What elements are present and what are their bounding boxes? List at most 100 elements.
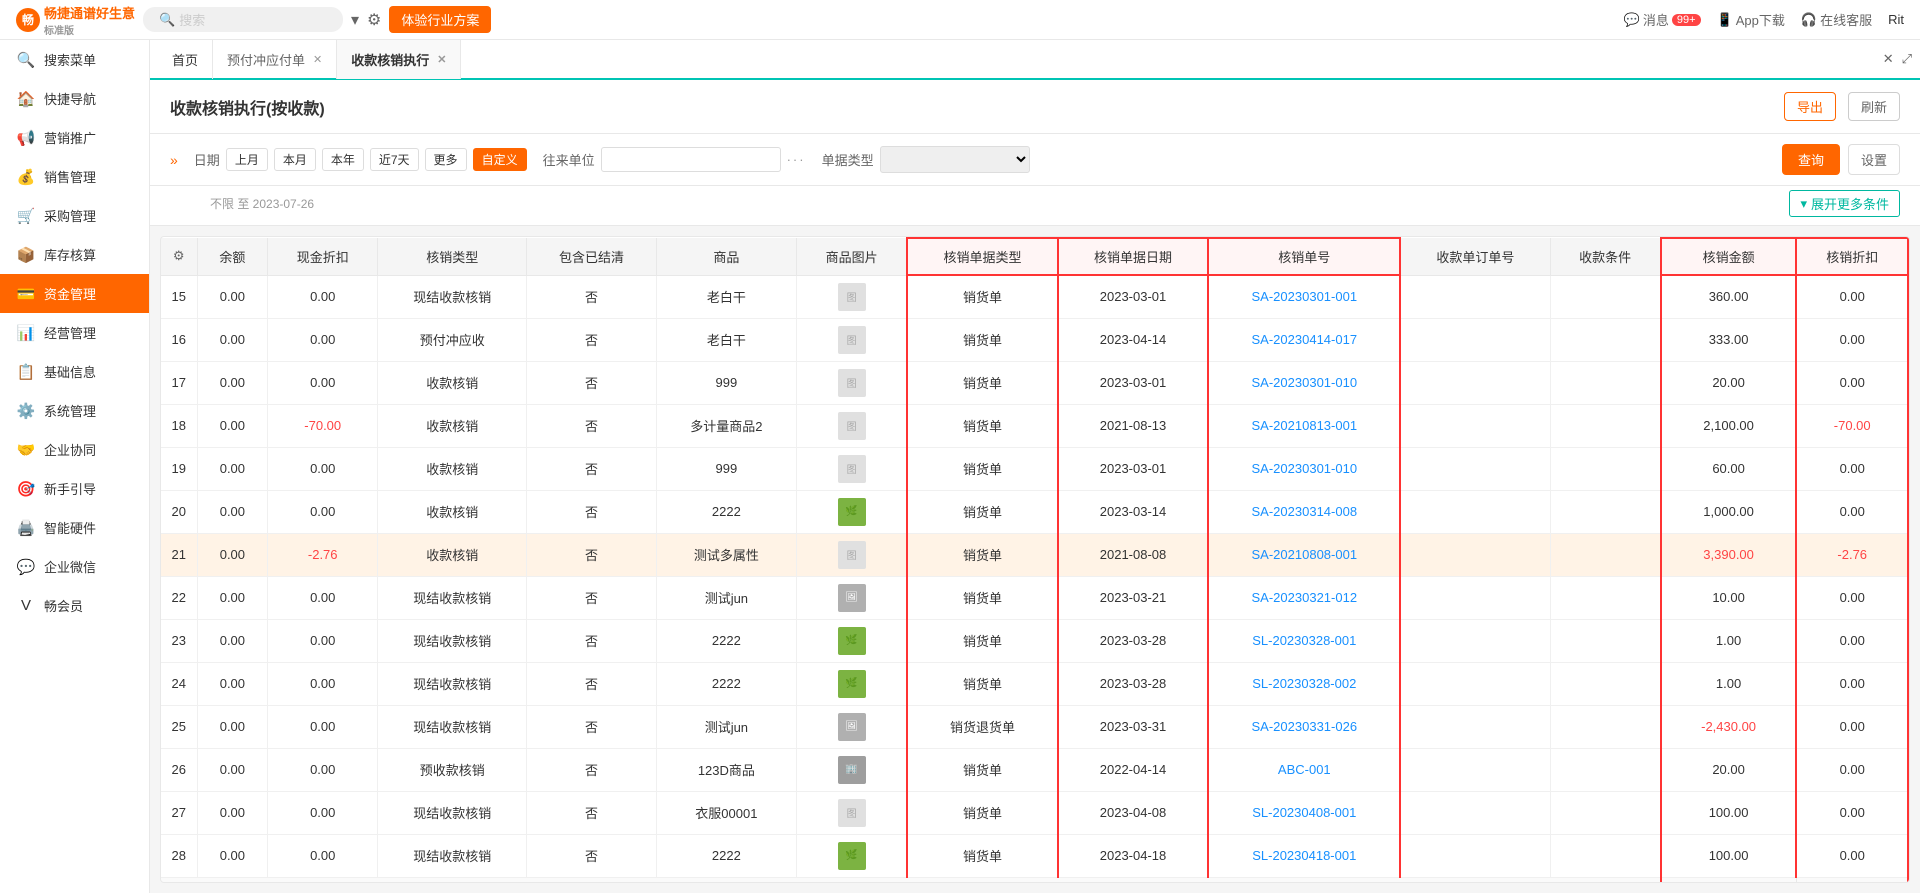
row-bill-date: 2023-03-28 [1058,619,1209,662]
row-goods-img: 🌿 [797,662,908,705]
voucher-type-filter-group: 单据类型 [822,146,1030,173]
row-bill-no[interactable]: SA-20230314-008 [1208,490,1400,533]
column-settings-icon[interactable]: ⚙ [173,248,185,263]
counterpart-input[interactable] [601,147,781,172]
row-bill-no[interactable]: SA-20230301-010 [1208,361,1400,404]
card-icon: 💳 [16,285,36,303]
row-amount: 360.00 [1661,275,1797,318]
app-version: 标准版 [44,22,135,37]
sidebar-item-finance[interactable]: 💳 资金管理 [0,274,149,313]
date-more-btn[interactable]: 更多 [425,148,467,171]
maximize-icon[interactable]: ⤢ [1902,51,1912,67]
row-bill-no[interactable]: SA-20230331-026 [1208,705,1400,748]
sidebar-item-wechat[interactable]: 💬 企业微信 [0,547,149,586]
row-bill-no[interactable]: SL-20230408-001 [1208,791,1400,834]
sidebar-item-inventory[interactable]: 📦 库存核算 [0,235,149,274]
sidebar-item-guide[interactable]: 🎯 新手引导 [0,469,149,508]
date-custom-btn[interactable]: 自定义 [473,148,527,171]
sidebar-item-basic-info[interactable]: 📋 基础信息 [0,352,149,391]
filter-bar-row2: 不限 至 2023-07-26 ▾ 展开更多条件 [150,186,1920,226]
sidebar-item-marketing[interactable]: 📢 营销推广 [0,118,149,157]
query-button[interactable]: 查询 [1782,144,1840,175]
counterpart-more-icon[interactable]: ··· [787,152,806,167]
col-bill-date: 核销单据日期 [1058,238,1209,275]
row-type: 现结收款核销 [378,275,527,318]
sidebar-item-search[interactable]: 🔍 搜索菜单 [0,40,149,79]
row-payment-cond [1550,705,1661,748]
headset-icon: 🎧 [1801,12,1817,28]
row-bill-no[interactable]: SA-20230301-001 [1208,275,1400,318]
messages-badge: 99+ [1672,14,1701,26]
tab-close-prepay[interactable]: ✕ [313,53,322,66]
date-prev-month-btn[interactable]: 上月 [226,148,268,171]
app-download-button[interactable]: 📱 App下载 [1717,10,1785,29]
row-settled: 否 [527,275,656,318]
footer-discount-total: 952.24 [1796,877,1908,883]
row-settled: 否 [527,791,656,834]
row-bill-no[interactable]: SA-20210808-001 [1208,533,1400,576]
row-goods-img: 图 [797,275,908,318]
row-bill-no[interactable]: SA-20230321-012 [1208,576,1400,619]
money-icon: 💰 [16,168,36,186]
messages-button[interactable]: 💬 消息 99+ [1624,10,1701,29]
row-bill-no[interactable]: SA-20210813-001 [1208,404,1400,447]
row-cash-discount: 0.00 [268,791,378,834]
voucher-type-select[interactable] [880,146,1030,173]
row-balance: 0.00 [197,834,268,877]
solution-button[interactable]: 体验行业方案 [389,6,491,33]
row-bill-no[interactable]: ABC-001 [1208,748,1400,791]
sidebar-item-nav[interactable]: 🏠 快捷导航 [0,79,149,118]
sidebar-item-sales[interactable]: 💰 销售管理 [0,157,149,196]
setting-button[interactable]: 设置 [1848,144,1900,175]
sidebar-item-hardware[interactable]: 🖨️ 智能硬件 [0,508,149,547]
row-num: 27 [161,791,197,834]
user-name[interactable]: Rit [1888,12,1904,27]
date-7days-btn[interactable]: 近7天 [370,148,419,171]
tab-receipt[interactable]: 收款核销执行 ✕ [337,40,461,79]
col-settings[interactable]: ⚙ [161,238,197,275]
sidebar-item-management[interactable]: 📊 经营管理 [0,313,149,352]
expand-conditions-button[interactable]: ▾ 展开更多条件 [1789,190,1900,217]
page-content: 收款核销执行(按收款) 导出 刷新 » 日期 上月 本月 本年 近7天 更多 自… [150,80,1920,893]
online-service-button[interactable]: 🎧 在线客服 [1801,10,1872,29]
row-amount: 1,000.00 [1661,490,1797,533]
top-bar-right: 💬 消息 99+ 📱 App下载 🎧 在线客服 Rit [1624,10,1904,29]
gear-icon[interactable]: ⚙ [367,10,381,30]
date-this-month-btn[interactable]: 本月 [274,148,316,171]
table-row: 21 0.00 -2.76 收款核销 否 测试多属性 图 销货单 2021-08… [161,533,1908,576]
row-bill-no[interactable]: SA-20230414-017 [1208,318,1400,361]
row-bill-no[interactable]: SA-20230301-010 [1208,447,1400,490]
row-bill-no[interactable]: SL-20230328-002 [1208,662,1400,705]
row-balance: 0.00 [197,791,268,834]
row-discount: 0.00 [1796,791,1908,834]
close-window-icon[interactable]: ✕ [1883,51,1894,67]
row-payment-cond [1550,791,1661,834]
row-bill-no[interactable]: SL-20230328-001 [1208,619,1400,662]
row-amount: 1.00 [1661,619,1797,662]
row-discount: 0.00 [1796,318,1908,361]
row-order-no [1400,533,1550,576]
filter-expand-icon[interactable]: » [170,152,178,168]
sidebar-item-member[interactable]: V 畅会员 [0,586,149,625]
sidebar-item-collab[interactable]: 🤝 企业协同 [0,430,149,469]
date-this-year-btn[interactable]: 本年 [322,148,364,171]
row-bill-no[interactable]: SL-20230418-001 [1208,834,1400,877]
tab-prepay[interactable]: 预付冲应付单 ✕ [213,40,337,79]
tab-close-receipt[interactable]: ✕ [437,53,446,66]
tab-home[interactable]: 首页 [158,40,213,79]
row-settled: 否 [527,447,656,490]
export-button[interactable]: 导出 [1784,92,1836,121]
refresh-button[interactable]: 刷新 [1848,92,1900,121]
row-goods-img: 🌿 [797,490,908,533]
row-goods: 多计量商品2 [656,404,796,447]
row-order-no [1400,404,1550,447]
row-amount: 10.00 [1661,576,1797,619]
sidebar-item-system[interactable]: ⚙️ 系统管理 [0,391,149,430]
row-cash-discount: -70.00 [268,404,378,447]
settings-icon[interactable]: ▾ [351,10,359,30]
row-num: 18 [161,404,197,447]
data-table-container[interactable]: ⚙ 余额 现金折扣 核销类型 包含已结清 商品 商品图片 核销单据类型 核销单据… [160,236,1910,883]
sidebar-item-purchase[interactable]: 🛒 采购管理 [0,196,149,235]
top-search-box[interactable]: 🔍 搜索 [143,7,343,32]
row-discount: 0.00 [1796,447,1908,490]
